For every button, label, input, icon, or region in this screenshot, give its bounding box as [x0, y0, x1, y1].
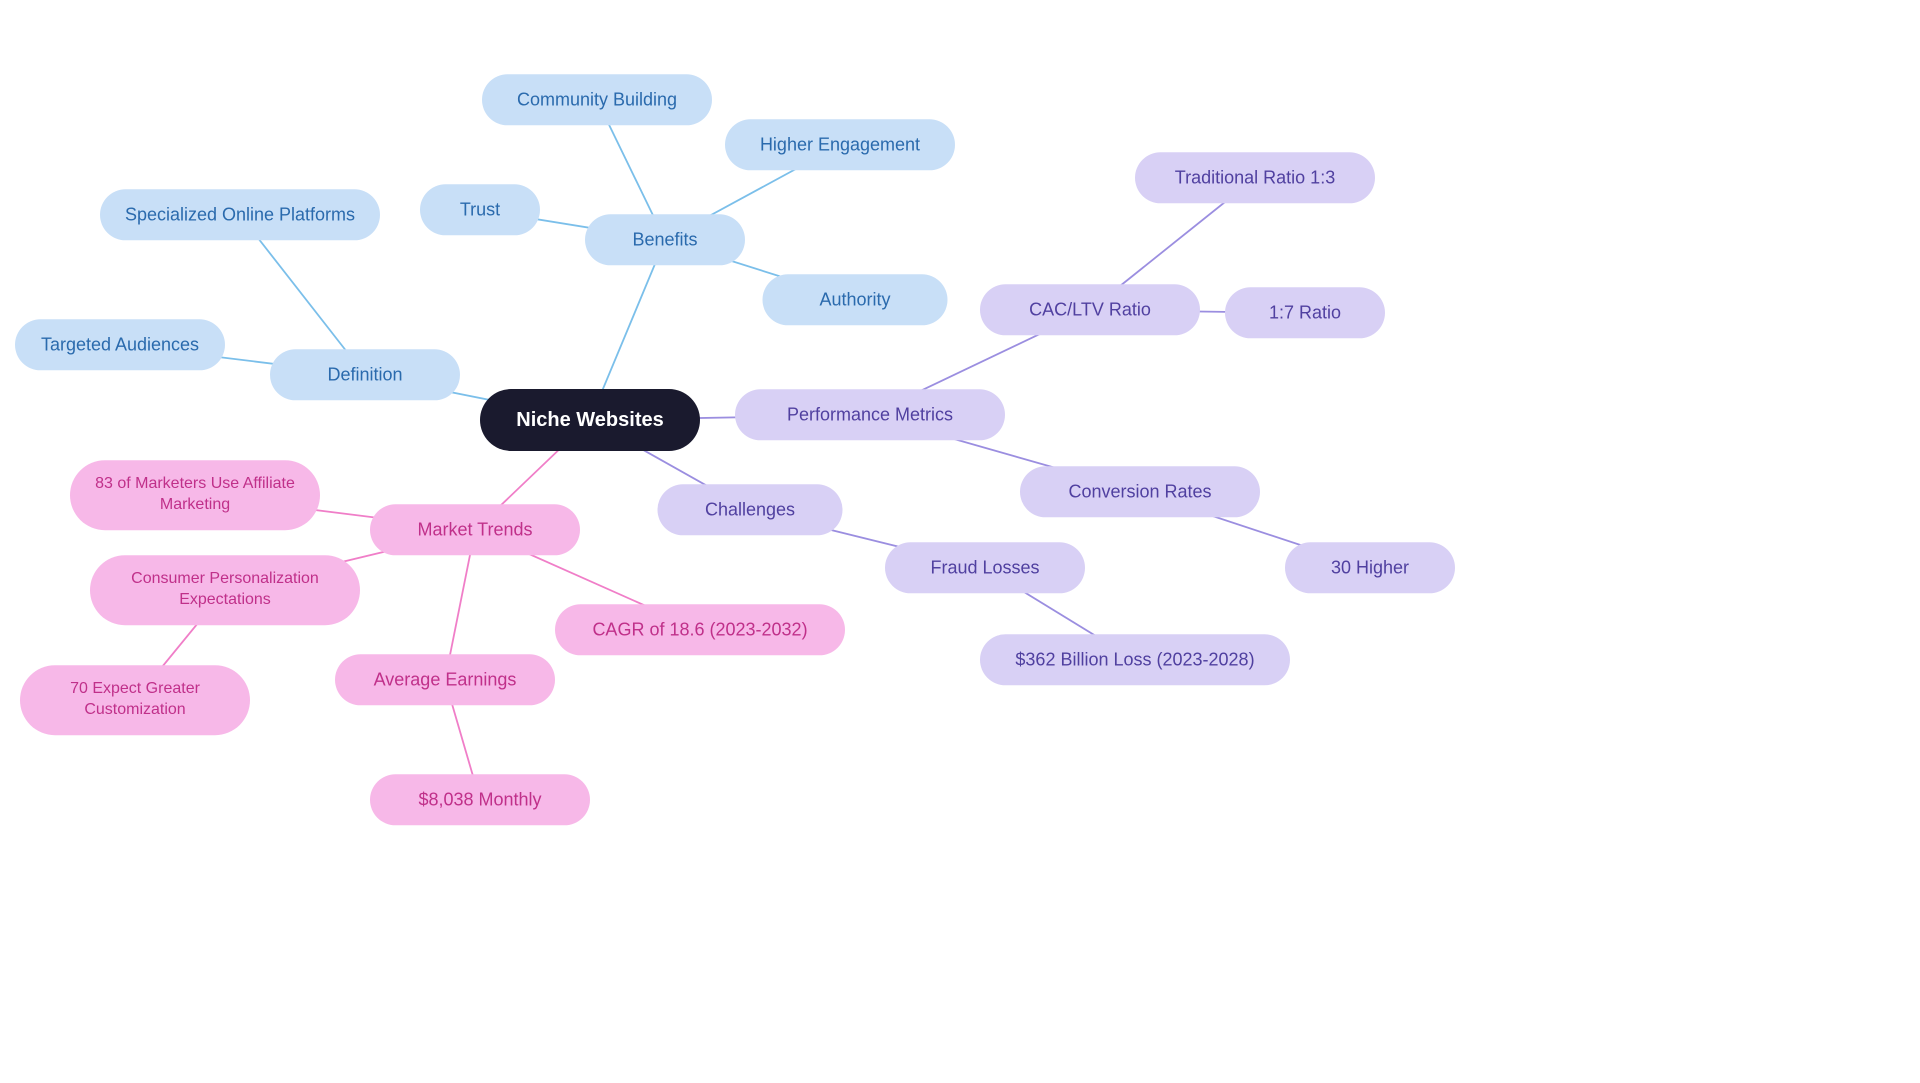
node-70-expect: 70 Expect Greater Customization [20, 665, 250, 735]
node-traditional-ratio: Traditional Ratio 1:3 [1135, 152, 1375, 203]
node-performance-metrics: Performance Metrics [735, 389, 1005, 440]
mindmap-container: Niche Websites Definition Specialized On… [0, 0, 1920, 1083]
node-362-billion: $362 Billion Loss (2023-2028) [980, 634, 1290, 685]
node-trust: Trust [420, 184, 540, 235]
node-83-marketers: 83 of Marketers Use Affiliate Marketing [70, 460, 320, 530]
node-conversion-rates: Conversion Rates [1020, 466, 1260, 517]
node-specialized: Specialized Online Platforms [100, 189, 380, 240]
node-fraud-losses: Fraud Losses [885, 542, 1085, 593]
node-consumer-personalization: Consumer Personalization Expectations [90, 555, 360, 625]
node-cac-ltv: CAC/LTV Ratio [980, 284, 1200, 335]
node-ratio-17: 1:7 Ratio [1225, 287, 1385, 338]
node-market-trends: Market Trends [370, 504, 580, 555]
node-challenges: Challenges [658, 484, 843, 535]
node-benefits: Benefits [585, 214, 745, 265]
node-center: Niche Websites [480, 389, 700, 451]
node-community: Community Building [482, 74, 712, 125]
node-cagr: CAGR of 18.6 (2023-2032) [555, 604, 845, 655]
node-targeted: Targeted Audiences [15, 319, 225, 370]
node-authority: Authority [763, 274, 948, 325]
node-30-higher: 30 Higher [1285, 542, 1455, 593]
node-avg-earnings: Average Earnings [335, 654, 555, 705]
node-monthly-8038: $8,038 Monthly [370, 774, 590, 825]
node-definition: Definition [270, 349, 460, 400]
node-higher-engagement: Higher Engagement [725, 119, 955, 170]
